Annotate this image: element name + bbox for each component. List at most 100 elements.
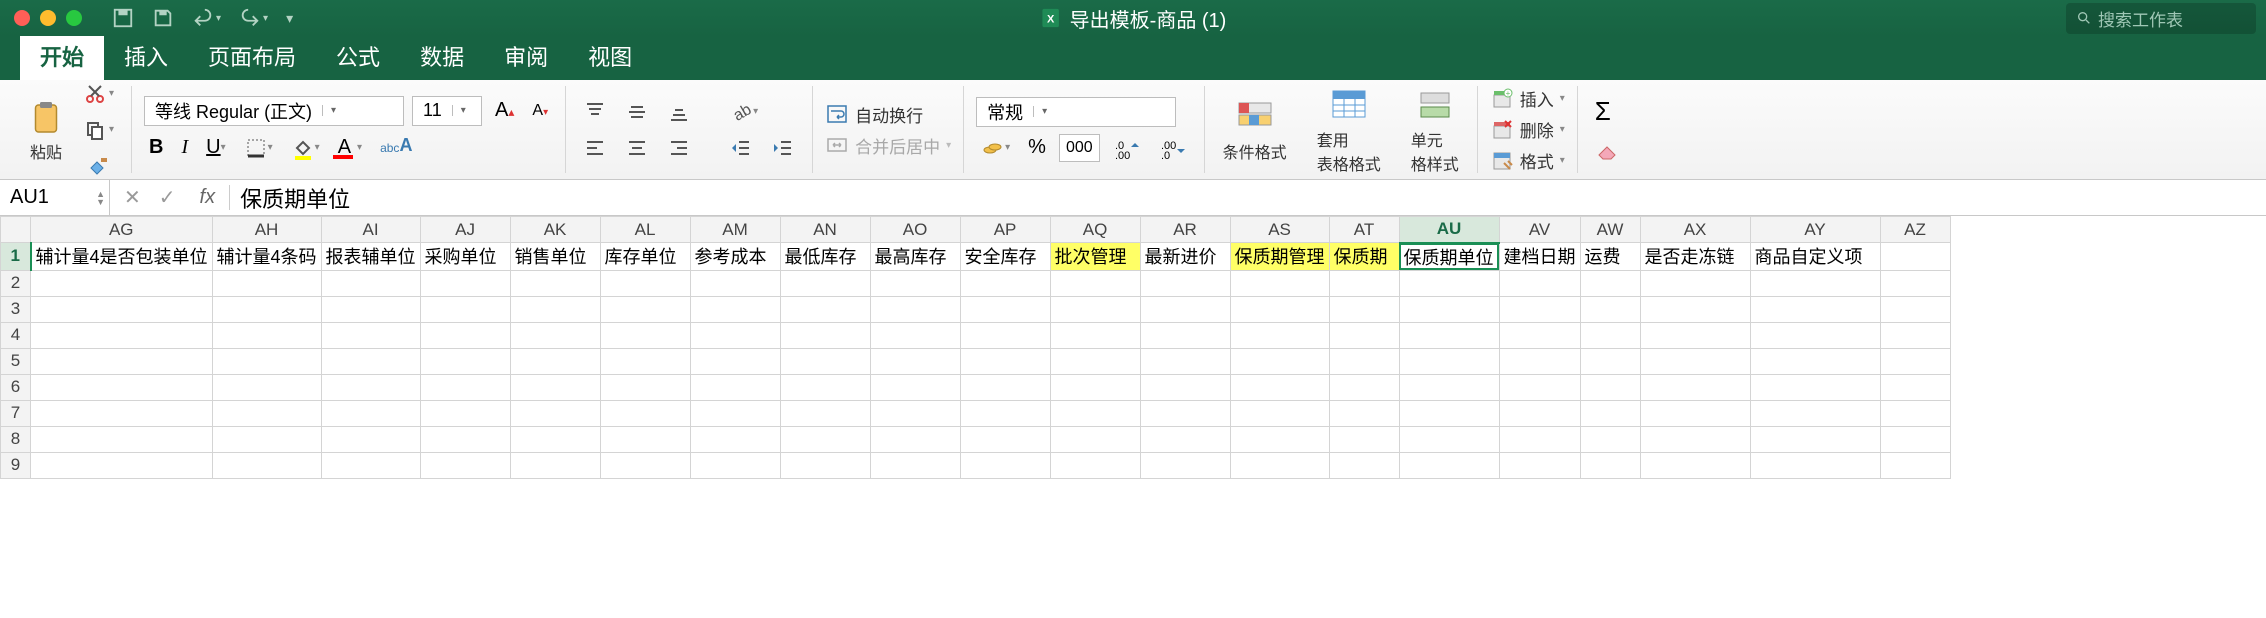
cell-AV5[interactable] <box>1499 348 1580 374</box>
italic-button[interactable]: I <box>176 133 193 162</box>
cell-AH3[interactable] <box>212 296 321 322</box>
align-left-button[interactable] <box>578 133 612 163</box>
row-header-3[interactable]: 3 <box>1 296 31 322</box>
autosum-button[interactable]: Σ <box>1590 93 1616 130</box>
cut-button[interactable]: ▾ <box>78 79 119 109</box>
cell-AZ3[interactable] <box>1880 296 1950 322</box>
cell-AN7[interactable] <box>780 400 870 426</box>
cell-AS4[interactable] <box>1230 322 1329 348</box>
cell-AZ4[interactable] <box>1880 322 1950 348</box>
name-box[interactable]: ▲▼ <box>0 180 110 215</box>
column-header-AJ[interactable]: AJ <box>420 217 510 243</box>
qat-customize[interactable]: ▾ <box>286 10 293 27</box>
cell-AM4[interactable] <box>690 322 780 348</box>
cell-AH1[interactable]: 辅计量4条码 <box>212 243 321 271</box>
cell-AN8[interactable] <box>780 426 870 452</box>
cell-AJ9[interactable] <box>420 452 510 478</box>
decrease-decimal-button[interactable]: .00.0 <box>1154 134 1192 162</box>
cell-AU3[interactable] <box>1399 296 1499 322</box>
cell-AU7[interactable] <box>1399 400 1499 426</box>
cell-AQ8[interactable] <box>1050 426 1140 452</box>
tab-公式[interactable]: 公式 <box>316 30 400 80</box>
column-header-AQ[interactable]: AQ <box>1050 217 1140 243</box>
cell-AN6[interactable] <box>780 374 870 400</box>
cell-AQ1[interactable]: 批次管理 <box>1050 243 1140 271</box>
cell-AW3[interactable] <box>1580 296 1640 322</box>
cell-AK6[interactable] <box>510 374 600 400</box>
cell-AK4[interactable] <box>510 322 600 348</box>
cell-AW6[interactable] <box>1580 374 1640 400</box>
cell-AY7[interactable] <box>1750 400 1880 426</box>
increase-font-button[interactable]: A▴ <box>490 96 519 125</box>
select-all-corner[interactable] <box>1 217 31 243</box>
cell-AY5[interactable] <box>1750 348 1880 374</box>
cell-AT4[interactable] <box>1329 322 1399 348</box>
cell-AJ5[interactable] <box>420 348 510 374</box>
cell-AX7[interactable] <box>1640 400 1750 426</box>
format-cells-button[interactable]: 格式▾ <box>1490 148 1565 173</box>
column-header-AK[interactable]: AK <box>510 217 600 243</box>
cell-AX6[interactable] <box>1640 374 1750 400</box>
cell-AZ7[interactable] <box>1880 400 1950 426</box>
cell-AV3[interactable] <box>1499 296 1580 322</box>
cell-AK5[interactable] <box>510 348 600 374</box>
cell-AR5[interactable] <box>1140 348 1230 374</box>
row-header-9[interactable]: 9 <box>1 452 31 478</box>
cell-AP2[interactable] <box>960 270 1050 296</box>
cell-AX1[interactable]: 是否走冻链 <box>1640 243 1750 271</box>
cell-AL6[interactable] <box>600 374 690 400</box>
cell-AU5[interactable] <box>1399 348 1499 374</box>
cell-AG4[interactable] <box>31 322 213 348</box>
cell-reference-input[interactable] <box>0 186 80 209</box>
insert-cells-button[interactable]: +插入▾ <box>1490 86 1565 111</box>
cell-AQ9[interactable] <box>1050 452 1140 478</box>
tab-视图[interactable]: 视图 <box>568 30 652 80</box>
cell-AX8[interactable] <box>1640 426 1750 452</box>
cell-AL5[interactable] <box>600 348 690 374</box>
cell-AX5[interactable] <box>1640 348 1750 374</box>
row-header-8[interactable]: 8 <box>1 426 31 452</box>
decrease-font-button[interactable]: A▾ <box>527 99 553 123</box>
column-header-AM[interactable]: AM <box>690 217 780 243</box>
decrease-indent-button[interactable] <box>724 133 758 163</box>
cell-AH6[interactable] <box>212 374 321 400</box>
cell-AT3[interactable] <box>1329 296 1399 322</box>
cell-AO9[interactable] <box>870 452 960 478</box>
tab-开始[interactable]: 开始 <box>20 30 104 80</box>
cell-AI4[interactable] <box>321 322 420 348</box>
cell-AM3[interactable] <box>690 296 780 322</box>
cell-AG5[interactable] <box>31 348 213 374</box>
column-header-AX[interactable]: AX <box>1640 217 1750 243</box>
font-family-combo[interactable]: 等线 Regular (正文)▾ <box>144 96 404 126</box>
column-header-AV[interactable]: AV <box>1499 217 1580 243</box>
cell-AO3[interactable] <box>870 296 960 322</box>
cell-AI9[interactable] <box>321 452 420 478</box>
spreadsheet-grid[interactable]: AGAHAIAJAKALAMANAOAPAQARASATAUAVAWAXAYAZ… <box>0 216 2266 618</box>
cell-AR9[interactable] <box>1140 452 1230 478</box>
cell-AP6[interactable] <box>960 374 1050 400</box>
cell-AR6[interactable] <box>1140 374 1230 400</box>
fx-icon[interactable]: fx <box>200 186 216 209</box>
cell-AJ4[interactable] <box>420 322 510 348</box>
cell-AM7[interactable] <box>690 400 780 426</box>
cell-AM6[interactable] <box>690 374 780 400</box>
cell-AT1[interactable]: 保质期 <box>1329 243 1399 271</box>
cell-AZ1[interactable] <box>1880 243 1950 271</box>
cell-AH8[interactable] <box>212 426 321 452</box>
column-header-AO[interactable]: AO <box>870 217 960 243</box>
cell-AG7[interactable] <box>31 400 213 426</box>
align-bottom-button[interactable] <box>662 97 696 127</box>
undo-button[interactable]: ▾ <box>192 7 221 29</box>
cell-AG9[interactable] <box>31 452 213 478</box>
tab-插入[interactable]: 插入 <box>104 30 188 80</box>
paste-button[interactable]: 粘贴 <box>22 97 70 163</box>
cell-AZ2[interactable] <box>1880 270 1950 296</box>
cell-AY9[interactable] <box>1750 452 1880 478</box>
cell-AW8[interactable] <box>1580 426 1640 452</box>
cell-style-button[interactable]: 单元 格样式 <box>1405 85 1465 175</box>
cell-AV6[interactable] <box>1499 374 1580 400</box>
cell-AL3[interactable] <box>600 296 690 322</box>
cell-AR3[interactable] <box>1140 296 1230 322</box>
percent-button[interactable]: % <box>1023 133 1051 162</box>
cell-AK1[interactable]: 销售单位 <box>510 243 600 271</box>
